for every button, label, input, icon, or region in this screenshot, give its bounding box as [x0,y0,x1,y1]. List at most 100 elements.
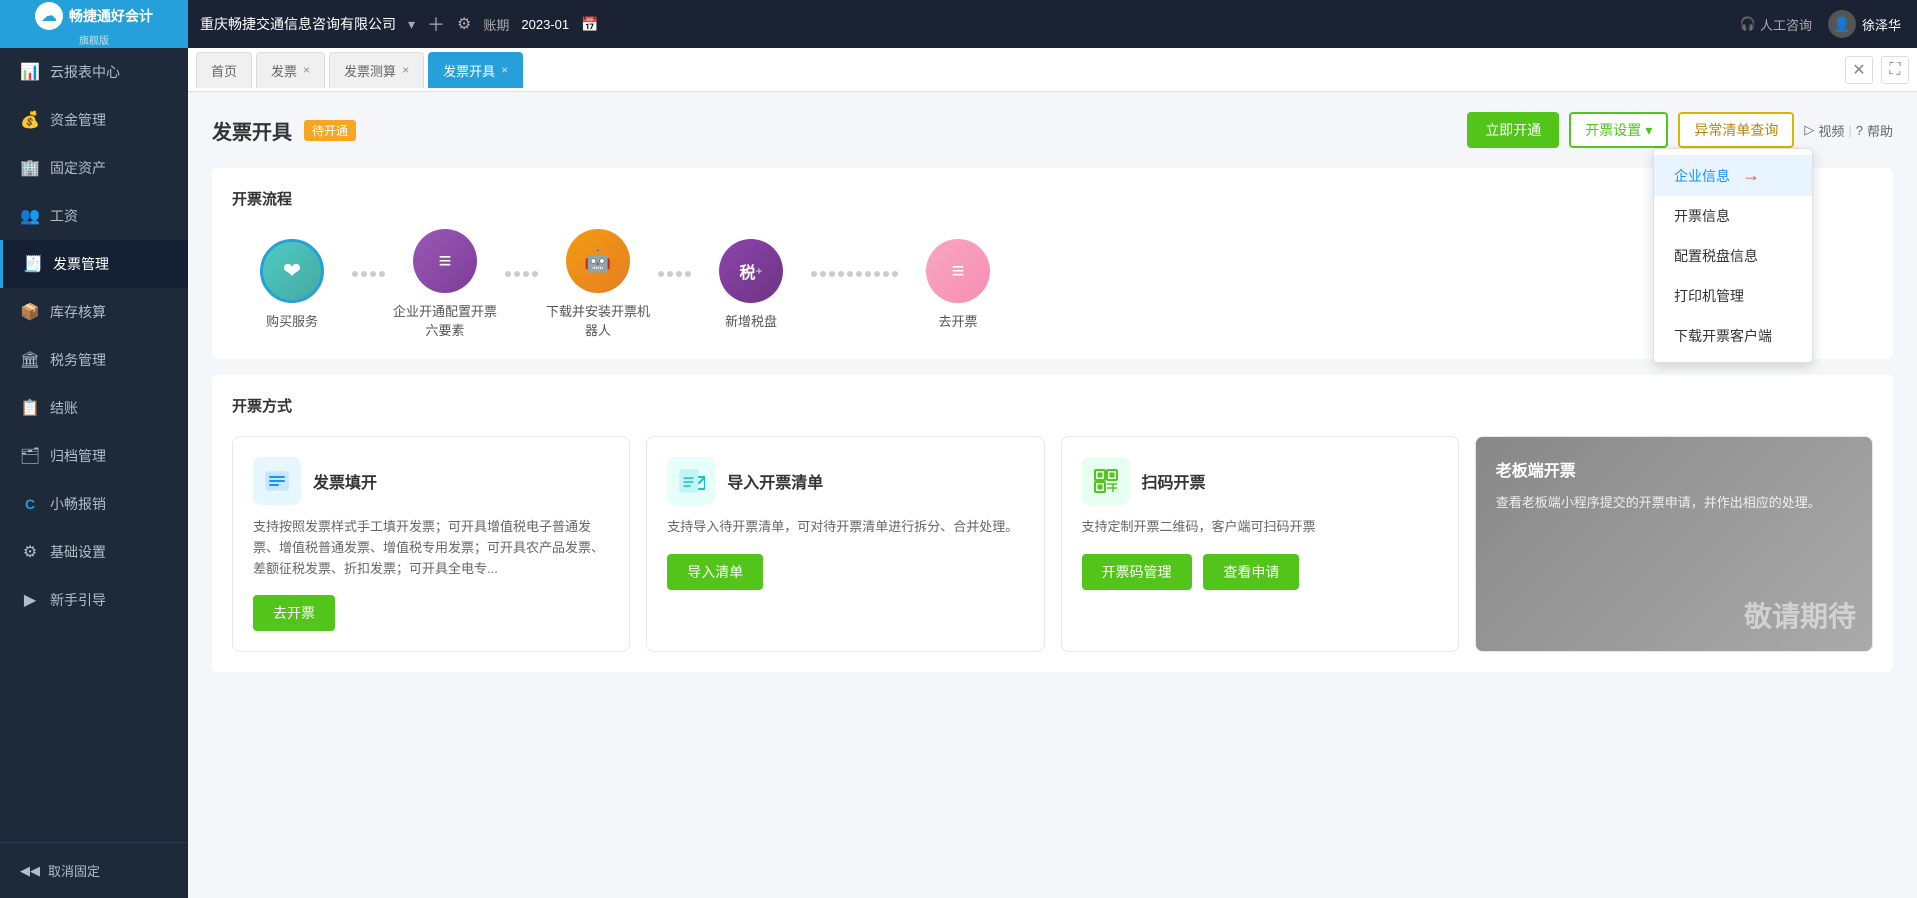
fill-card-header: 发票填开 [253,457,609,505]
user-info[interactable]: 👤 徐泽华 [1828,10,1901,38]
sidebar-item-fapiao[interactable]: 🧾 发票管理 [0,240,188,288]
flow-step-1: ❤ 购买服务 [232,239,352,330]
dropdown-item-printer[interactable]: 打印机管理 [1654,276,1812,316]
scan-desc: 支持定制开票二维码，客户端可扫码开票 [1082,517,1438,538]
period-value: 2023-01 [521,17,569,32]
sidebar: 📊 云报表中心 💰 资金管理 🏢 固定资产 👥 工资 🧾 发票管理 [0,48,188,898]
guidang-icon: 🗂 [20,446,40,466]
method-card-fill: 发票填开 支持按照发票样式手工填开发票；可开具增值税电子普通发票、增值税普通发票… [232,436,630,652]
tab-bar: 首页 发票 × 发票测算 × 发票开具 × ✕ ⛶ [188,48,1917,92]
flow-step-4-icon: 税+ [719,239,783,303]
logo-icon: ☁ [35,2,63,30]
sidebar-item-shuiwu[interactable]: 🏛 税务管理 [0,336,188,384]
top-bar: ☁ 畅捷通好会计 旗舰版 重庆畅捷交通信息咨询有限公司 ▾ ＋ ⚙ 账期 202… [0,0,1917,48]
flow-step-2-icon: ≡ [413,229,477,293]
import-card-header: 导入开票清单 [667,457,1023,505]
tab-invoice-open-label: 发票开具 [443,61,495,80]
scan-card-header: 扫码开票 [1082,457,1438,505]
sidebar-bottom: ◀◀ 取消固定 [0,842,188,898]
sidebar-label-jiezhang: 结账 [50,398,78,418]
activate-btn[interactable]: 立即开通 [1467,112,1559,148]
anomaly-btn[interactable]: 异常清单查询 [1678,112,1794,148]
dropdown-icon[interactable]: ▾ [408,16,415,33]
video-btn[interactable]: ▷ 视频 | ? 帮助 [1804,121,1893,140]
dropdown-item-download-client[interactable]: 下载开票客户端 [1654,316,1812,356]
flow-step-1-icon: ❤ [260,239,324,303]
settings-dropdown-btn[interactable]: 开票设置 ▾ [1569,112,1668,148]
expand-tab-btn[interactable]: ⛶ [1881,56,1909,84]
flow-dots-2 [505,271,538,277]
flow-step-2: ≡ 企业开通配置开票六要素 [385,229,505,339]
sidebar-item-jichushezhi[interactable]: ⚙ 基础设置 [0,528,188,576]
tab-invoice[interactable]: 发票 × [256,52,325,88]
flow-step-3-label: 下载并安装开票机器人 [543,301,653,339]
tab-home-label: 首页 [211,61,237,80]
calendar-icon[interactable]: 📅 [581,16,598,33]
support-btn[interactable]: 🎧 人工咨询 [1740,15,1812,34]
dropdown-item-tax-disk[interactable]: 配置税盘信息 [1654,236,1812,276]
settings-chevron-icon: ▾ [1645,122,1652,139]
flow-step-3-icon: 🤖 [566,229,630,293]
shuiwu-icon: 🏛 [20,350,40,370]
sidebar-item-xinshouyindao[interactable]: ▶ 新手引导 [0,576,188,624]
sidebar-item-guidang[interactable]: 🗂 归档管理 [0,432,188,480]
import-title: 导入开票清单 [727,469,823,493]
flow-step-4: 税+ 新增税盘 [691,239,811,330]
jichushezhi-icon: ⚙ [20,542,40,562]
flow-steps: ❤ 购买服务 ≡ 企业开通配置开票六 [232,229,1873,339]
sidebar-item-kucun[interactable]: 📦 库存核算 [0,288,188,336]
boss-card-header: 老板端开票 [1496,457,1852,481]
tab-invoice-calc[interactable]: 发票测算 × [329,52,424,88]
import-icon [667,457,715,505]
fapiao-icon: 🧾 [23,254,43,274]
dropdown-item-enterprise-info[interactable]: 企业信息 → [1654,155,1812,196]
flow-step-3: 🤖 下载并安装开票机器人 [538,229,658,339]
tab-invoice-label: 发票 [271,61,297,80]
import-desc: 支持导入待开票清单，可对待开票清单进行拆分、合并处理。 [667,517,1023,538]
dropdown-taxdisk-label: 配置税盘信息 [1674,246,1758,266]
sidebar-label-fapiao: 发票管理 [53,254,109,274]
scan-view-apply-btn[interactable]: 查看申请 [1203,554,1299,590]
flow-section: 开票流程 ❤ 购买服务 [212,168,1893,359]
sidebar-label-zijin: 资金管理 [50,110,106,130]
tab-home[interactable]: 首页 [196,52,252,88]
sidebar-scroll: 📊 云报表中心 💰 资金管理 🏢 固定资产 👥 工资 🧾 发票管理 [0,48,188,842]
close-tab-btn[interactable]: ✕ [1845,56,1873,84]
add-company-btn[interactable]: ＋ [427,11,445,37]
page-title: 发票开具 [212,116,292,145]
page-content: 发票开具 待开通 立即开通 开票设置 ▾ 异常清单查询 ▷ 视频 | [188,92,1917,898]
flow-section-title: 开票流程 [232,188,1873,209]
sidebar-item-zijin[interactable]: 💰 资金管理 [0,96,188,144]
method-card-scan: 扫码开票 支持定制开票二维码，客户端可扫码开票 开票码管理 查看申请 [1061,436,1459,652]
sidebar-item-gudingzichan[interactable]: 🏢 固定资产 [0,144,188,192]
sidebar-item-yunbao[interactable]: 📊 云报表中心 [0,48,188,96]
xiaochang-icon: C [20,494,40,514]
fill-goto-btn[interactable]: 去开票 [253,595,335,631]
scan-code-manage-btn[interactable]: 开票码管理 [1082,554,1192,590]
settings-icon[interactable]: ⚙ [457,14,471,34]
dropdown-item-invoice-info[interactable]: 开票信息 [1654,196,1812,236]
cancel-pin-btn[interactable]: ◀◀ 取消固定 [20,855,168,886]
gudingzichan-icon: 🏢 [20,158,40,178]
tab-invoice-calc-close[interactable]: × [402,63,409,77]
tab-invoice-open-close[interactable]: × [501,63,508,77]
page-header: 发票开具 待开通 立即开通 开票设置 ▾ 异常清单查询 ▷ 视频 | [212,112,1893,148]
company-name[interactable]: 重庆畅捷交通信息咨询有限公司 [200,14,396,34]
user-name: 徐泽华 [1862,15,1901,34]
logo-title: 畅捷通好会计 [69,6,153,26]
sidebar-label-yunbao: 云报表中心 [50,62,120,82]
sidebar-label-xiaochang: 小畅报销 [50,494,106,514]
cancel-pin-label: 取消固定 [48,861,100,880]
tab-invoice-open[interactable]: 发票开具 × [428,52,523,88]
sidebar-item-xiaochang[interactable]: C 小畅报销 [0,480,188,528]
tab-invoice-close[interactable]: × [303,63,310,77]
logo-block[interactable]: ☁ 畅捷通好会计 旗舰版 [0,0,188,48]
fill-title: 发票填开 [313,469,377,493]
import-btn[interactable]: 导入清单 [667,554,763,590]
sidebar-item-jiezhang[interactable]: 📋 结账 [0,384,188,432]
sidebar-item-gongzi[interactable]: 👥 工资 [0,192,188,240]
sidebar-label-kucun: 库存核算 [50,302,106,322]
flow-step-2-label: 企业开通配置开票六要素 [390,301,500,339]
method-section-title: 开票方式 [232,395,1873,416]
dropdown-enterprise-label: 企业信息 [1674,166,1730,186]
